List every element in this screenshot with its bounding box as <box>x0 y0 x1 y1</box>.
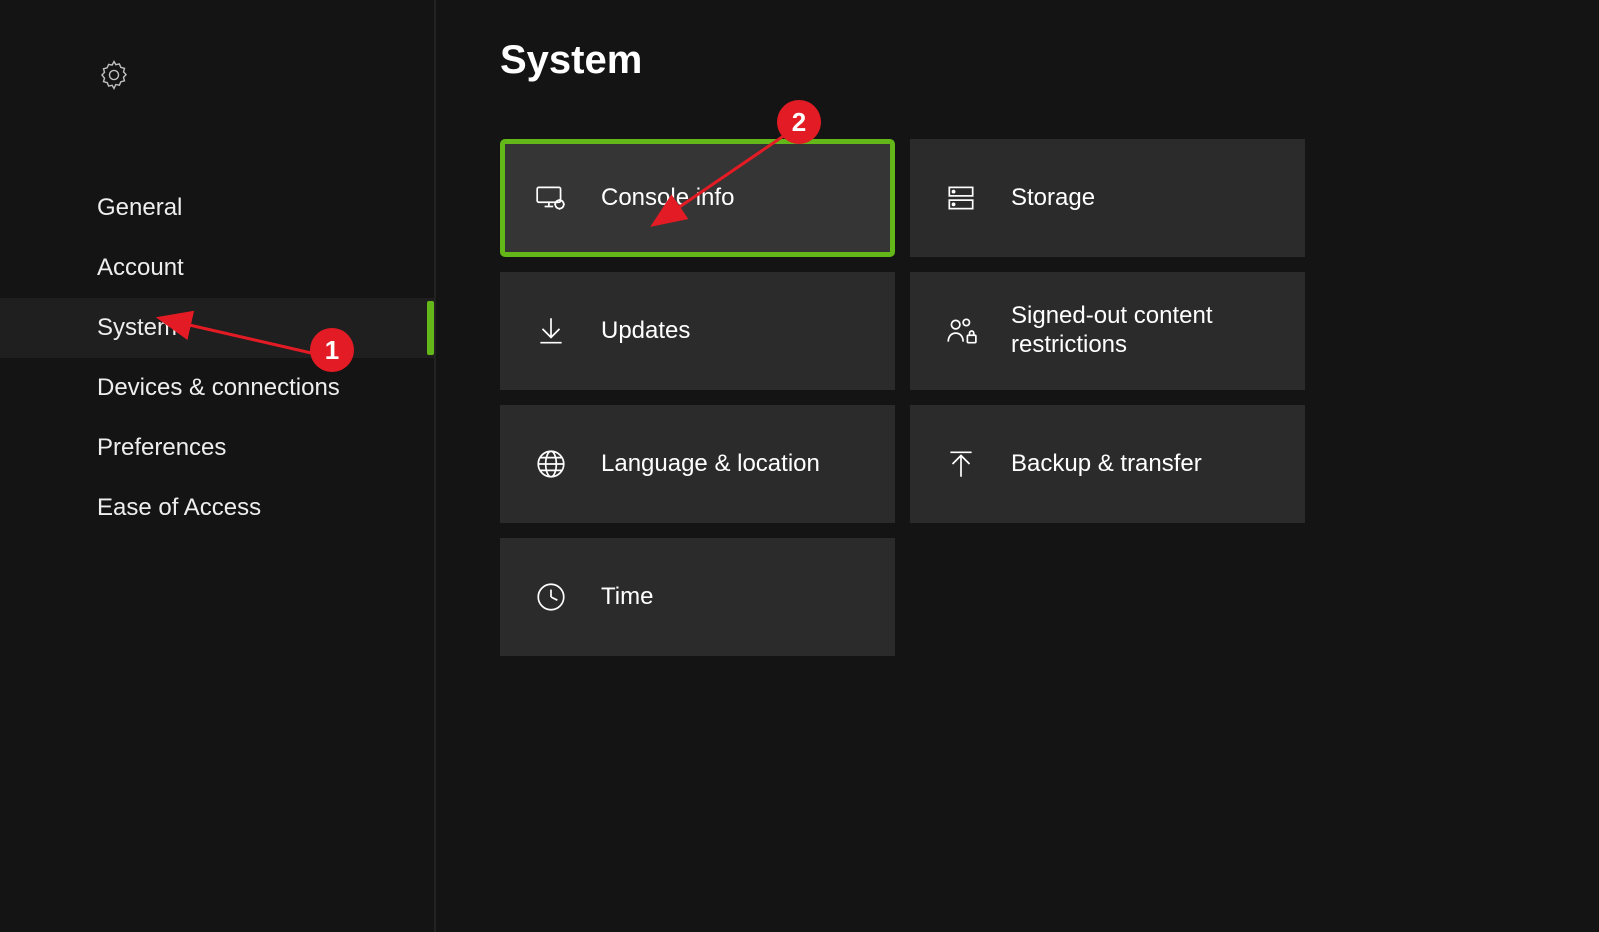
tile-label: Signed-out content restrictions <box>1011 302 1300 360</box>
sidebar: General Account System Devices & connect… <box>0 0 436 932</box>
tile-label: Storage <box>1011 184 1095 213</box>
clock-icon <box>533 579 569 615</box>
sidebar-item-devices[interactable]: Devices & connections <box>0 358 434 418</box>
sidebar-item-general[interactable]: General <box>0 178 434 238</box>
tile-backup-transfer[interactable]: Backup & transfer <box>910 405 1305 523</box>
storage-icon <box>943 180 979 216</box>
sidebar-item-label: Preferences <box>97 434 226 462</box>
tile-storage[interactable]: Storage <box>910 139 1305 257</box>
tile-language-location[interactable]: Language & location <box>500 405 895 523</box>
upload-arrow-icon <box>943 446 979 482</box>
side-nav: General Account System Devices & connect… <box>0 178 434 538</box>
tile-updates[interactable]: Updates <box>500 272 895 390</box>
people-lock-icon <box>943 313 979 349</box>
tile-label: Language & location <box>601 450 820 479</box>
sidebar-item-ease-of-access[interactable]: Ease of Access <box>0 478 434 538</box>
tile-label: Backup & transfer <box>1011 450 1202 479</box>
tile-content-restrictions[interactable]: Signed-out content restrictions <box>910 272 1305 390</box>
sidebar-item-label: System <box>97 314 177 342</box>
sidebar-item-system[interactable]: System <box>0 298 434 358</box>
monitor-gear-icon <box>533 180 569 216</box>
sidebar-item-label: Account <box>97 254 184 282</box>
gear-icon <box>97 58 131 97</box>
sidebar-item-label: Devices & connections <box>97 374 340 402</box>
tile-label: Time <box>601 583 653 612</box>
tile-grid: Console info Storage <box>500 139 1599 656</box>
sidebar-item-preferences[interactable]: Preferences <box>0 418 434 478</box>
page-title: System <box>500 38 1599 83</box>
tile-time[interactable]: Time <box>500 538 895 656</box>
main-panel: System Console info <box>436 0 1599 932</box>
tile-console-info[interactable]: Console info <box>500 139 895 257</box>
globe-icon <box>533 446 569 482</box>
tile-label: Updates <box>601 317 690 346</box>
sidebar-item-label: General <box>97 194 182 222</box>
download-arrow-icon <box>533 313 569 349</box>
sidebar-item-label: Ease of Access <box>97 494 261 522</box>
sidebar-item-account[interactable]: Account <box>0 238 434 298</box>
tile-label: Console info <box>601 184 734 213</box>
